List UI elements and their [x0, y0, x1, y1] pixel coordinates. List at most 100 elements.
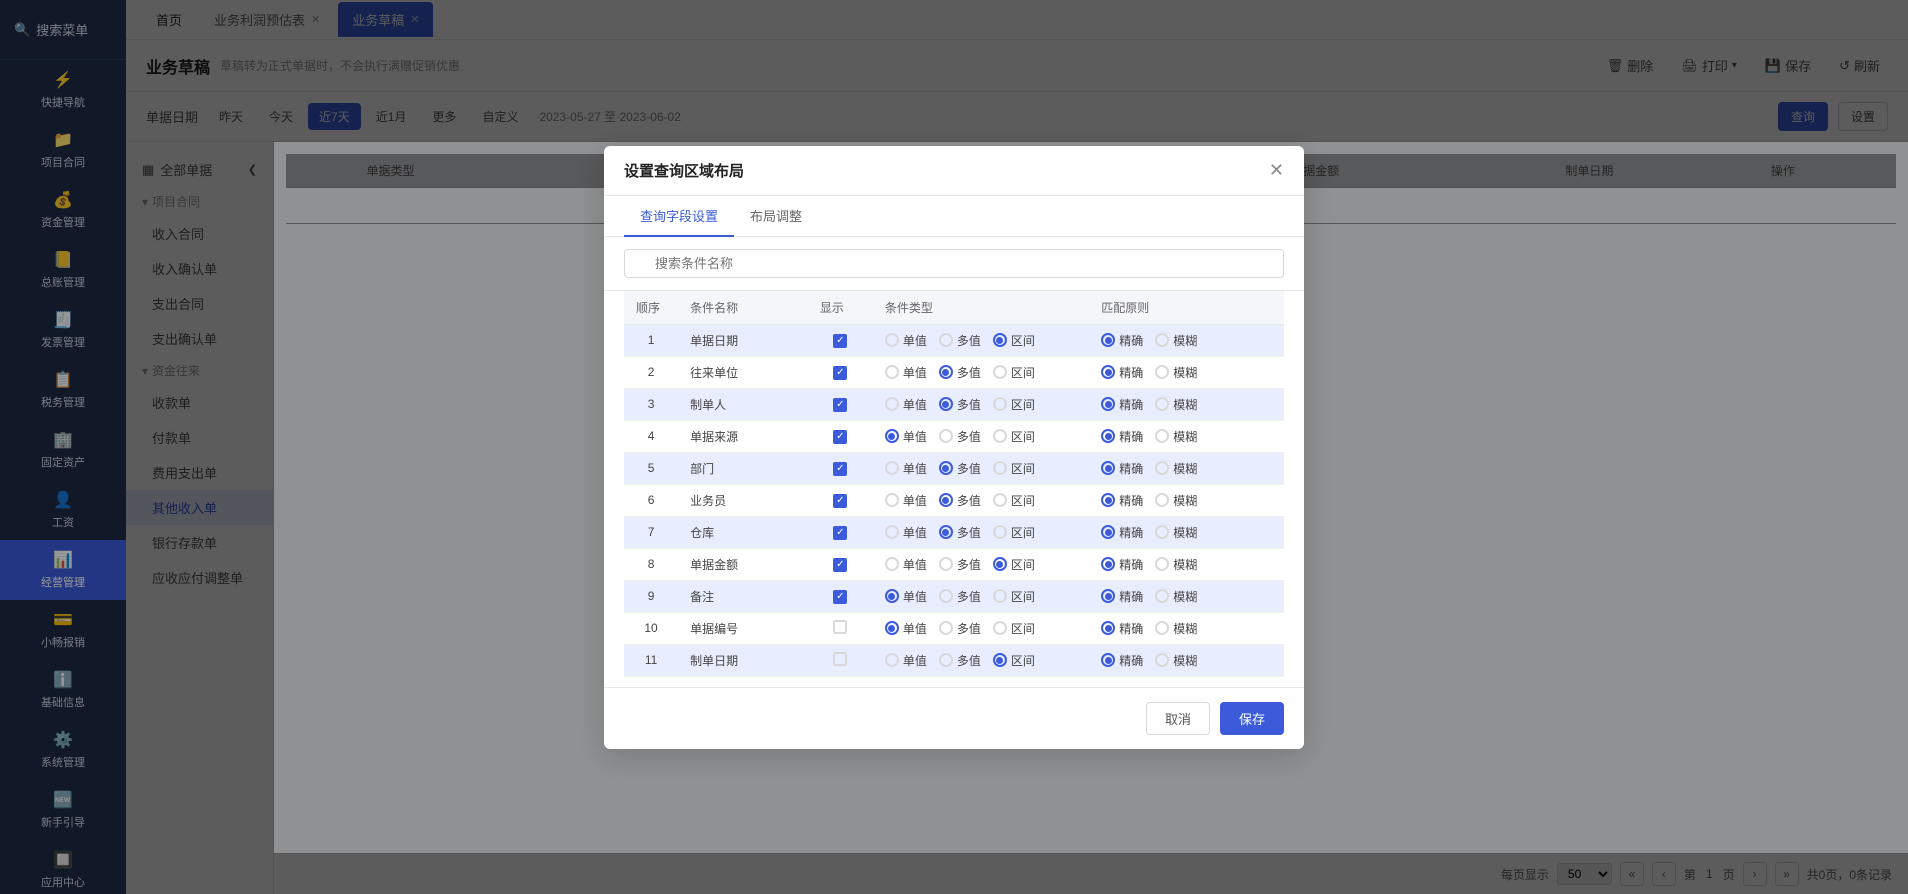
radio-type-单值[interactable]: 单值: [885, 364, 927, 381]
modal-tab-field-settings[interactable]: 查询字段设置: [624, 196, 734, 237]
radio-type-多值[interactable]: 多值: [939, 556, 981, 573]
radio-type-区间[interactable]: 区间: [993, 556, 1035, 573]
radio-type-多值[interactable]: 多值: [939, 588, 981, 605]
row-match-principle[interactable]: 精确模糊: [1089, 484, 1284, 516]
cancel-button[interactable]: 取消: [1146, 702, 1210, 735]
radio-match-精确[interactable]: 精确: [1101, 460, 1143, 477]
checkbox[interactable]: ✓: [833, 526, 847, 540]
radio-match-精确[interactable]: 精确: [1101, 396, 1143, 413]
row-match-principle[interactable]: 精确模糊: [1089, 516, 1284, 548]
row-condition-type[interactable]: 单值多值区间: [873, 452, 1089, 484]
radio-match-精确[interactable]: 精确: [1101, 588, 1143, 605]
radio-match-模糊[interactable]: 模糊: [1155, 556, 1197, 573]
radio-match-模糊[interactable]: 模糊: [1155, 364, 1197, 381]
radio-match-精确[interactable]: 精确: [1101, 524, 1143, 541]
radio-match-精确[interactable]: 精确: [1101, 556, 1143, 573]
radio-type-区间[interactable]: 区间: [993, 652, 1035, 669]
radio-match-模糊[interactable]: 模糊: [1155, 428, 1197, 445]
row-show-checkbox[interactable]: ✓: [808, 356, 873, 388]
radio-type-多值[interactable]: 多值: [939, 652, 981, 669]
row-show-checkbox[interactable]: [808, 612, 873, 644]
radio-type-多值[interactable]: 多值: [939, 492, 981, 509]
row-condition-type[interactable]: 单值多值区间: [873, 516, 1089, 548]
radio-match-精确[interactable]: 精确: [1101, 492, 1143, 509]
row-condition-type[interactable]: 单值多值区间: [873, 420, 1089, 452]
row-show-checkbox[interactable]: ✓: [808, 388, 873, 420]
radio-match-模糊[interactable]: 模糊: [1155, 652, 1197, 669]
radio-type-单值[interactable]: 单值: [885, 524, 927, 541]
row-condition-type[interactable]: 单值多值区间: [873, 388, 1089, 420]
radio-match-模糊[interactable]: 模糊: [1155, 332, 1197, 349]
radio-match-精确[interactable]: 精确: [1101, 332, 1143, 349]
radio-match-精确[interactable]: 精确: [1101, 428, 1143, 445]
radio-type-多值[interactable]: 多值: [939, 460, 981, 477]
modal-tab-layout-adjust[interactable]: 布局调整: [734, 196, 818, 237]
radio-match-精确[interactable]: 精确: [1101, 620, 1143, 637]
radio-type-单值[interactable]: 单值: [885, 460, 927, 477]
radio-type-区间[interactable]: 区间: [993, 332, 1035, 349]
checkbox[interactable]: ✓: [833, 430, 847, 444]
radio-type-多值[interactable]: 多值: [939, 524, 981, 541]
row-match-principle[interactable]: 精确模糊: [1089, 420, 1284, 452]
modal-search-input[interactable]: [624, 249, 1284, 278]
row-match-principle[interactable]: 精确模糊: [1089, 612, 1284, 644]
row-match-principle[interactable]: 精确模糊: [1089, 644, 1284, 676]
radio-type-单值[interactable]: 单值: [885, 588, 927, 605]
checkbox[interactable]: ✓: [833, 462, 847, 476]
radio-type-单值[interactable]: 单值: [885, 556, 927, 573]
row-show-checkbox[interactable]: ✓: [808, 516, 873, 548]
radio-type-单值[interactable]: 单值: [885, 492, 927, 509]
radio-type-区间[interactable]: 区间: [993, 524, 1035, 541]
radio-type-多值[interactable]: 多值: [939, 332, 981, 349]
checkbox[interactable]: [833, 652, 847, 666]
radio-match-精确[interactable]: 精确: [1101, 364, 1143, 381]
row-condition-type[interactable]: 单值多值区间: [873, 324, 1089, 356]
radio-match-模糊[interactable]: 模糊: [1155, 460, 1197, 477]
radio-match-模糊[interactable]: 模糊: [1155, 396, 1197, 413]
radio-type-多值[interactable]: 多值: [939, 428, 981, 445]
row-match-principle[interactable]: 精确模糊: [1089, 548, 1284, 580]
modal-save-button[interactable]: 保存: [1220, 702, 1284, 735]
radio-type-区间[interactable]: 区间: [993, 588, 1035, 605]
radio-match-模糊[interactable]: 模糊: [1155, 524, 1197, 541]
radio-match-精确[interactable]: 精确: [1101, 652, 1143, 669]
radio-type-单值[interactable]: 单值: [885, 396, 927, 413]
checkbox[interactable]: ✓: [833, 590, 847, 604]
row-show-checkbox[interactable]: ✓: [808, 548, 873, 580]
row-condition-type[interactable]: 单值多值区间: [873, 356, 1089, 388]
radio-match-模糊[interactable]: 模糊: [1155, 588, 1197, 605]
checkbox[interactable]: ✓: [833, 366, 847, 380]
radio-type-区间[interactable]: 区间: [993, 492, 1035, 509]
row-show-checkbox[interactable]: ✓: [808, 324, 873, 356]
row-condition-type[interactable]: 单值多值区间: [873, 644, 1089, 676]
checkbox[interactable]: ✓: [833, 494, 847, 508]
checkbox[interactable]: ✓: [833, 558, 847, 572]
radio-type-区间[interactable]: 区间: [993, 460, 1035, 477]
row-show-checkbox[interactable]: ✓: [808, 484, 873, 516]
radio-match-模糊[interactable]: 模糊: [1155, 620, 1197, 637]
radio-type-单值[interactable]: 单值: [885, 652, 927, 669]
row-show-checkbox[interactable]: ✓: [808, 452, 873, 484]
checkbox[interactable]: ✓: [833, 398, 847, 412]
checkbox[interactable]: [833, 620, 847, 634]
row-show-checkbox[interactable]: [808, 644, 873, 676]
row-show-checkbox[interactable]: ✓: [808, 420, 873, 452]
modal-close-button[interactable]: ✕: [1269, 161, 1284, 179]
radio-type-多值[interactable]: 多值: [939, 620, 981, 637]
radio-type-单值[interactable]: 单值: [885, 332, 927, 349]
radio-type-单值[interactable]: 单值: [885, 428, 927, 445]
row-condition-type[interactable]: 单值多值区间: [873, 548, 1089, 580]
row-show-checkbox[interactable]: ✓: [808, 580, 873, 612]
radio-type-多值[interactable]: 多值: [939, 396, 981, 413]
radio-type-单值[interactable]: 单值: [885, 620, 927, 637]
row-match-principle[interactable]: 精确模糊: [1089, 356, 1284, 388]
radio-type-多值[interactable]: 多值: [939, 364, 981, 381]
radio-match-模糊[interactable]: 模糊: [1155, 492, 1197, 509]
checkbox[interactable]: ✓: [833, 334, 847, 348]
radio-type-区间[interactable]: 区间: [993, 620, 1035, 637]
radio-type-区间[interactable]: 区间: [993, 364, 1035, 381]
row-match-principle[interactable]: 精确模糊: [1089, 452, 1284, 484]
row-match-principle[interactable]: 精确模糊: [1089, 388, 1284, 420]
row-condition-type[interactable]: 单值多值区间: [873, 580, 1089, 612]
radio-type-区间[interactable]: 区间: [993, 428, 1035, 445]
